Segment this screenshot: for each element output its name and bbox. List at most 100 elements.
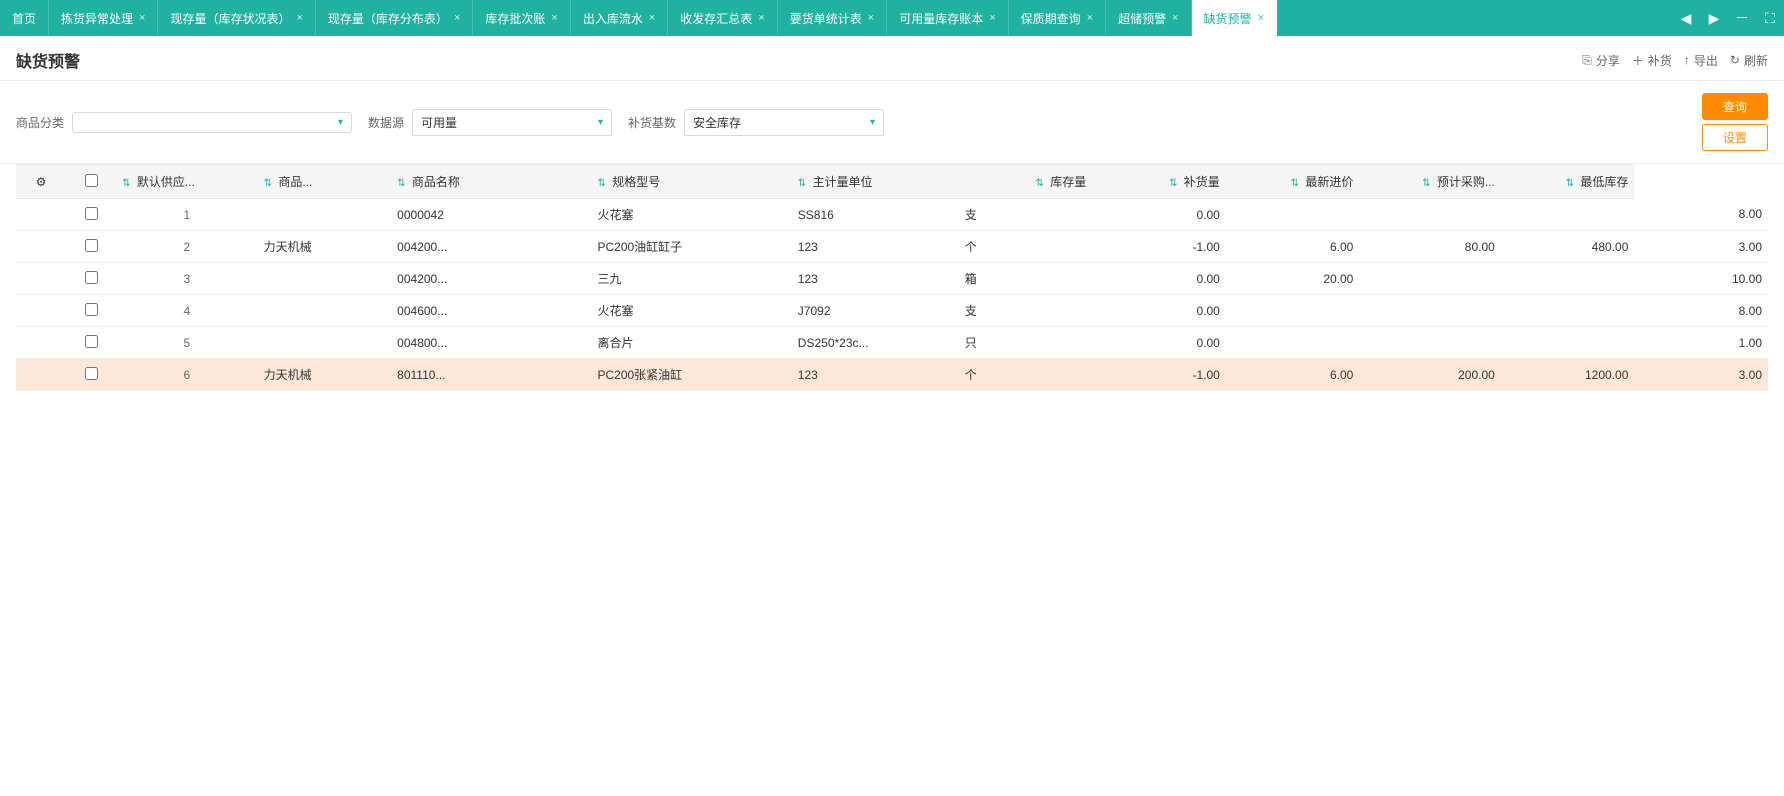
tab-receipt[interactable]: 收发存汇总表× bbox=[668, 0, 777, 36]
tab-order-stat[interactable]: 要货单统计表× bbox=[778, 0, 887, 36]
category-filter-group: 商品分类 ▾ bbox=[16, 112, 352, 133]
row-gear-cell bbox=[16, 263, 66, 295]
row-latest-price bbox=[1359, 327, 1500, 359]
tab-close-stock-status[interactable]: × bbox=[296, 12, 302, 24]
tab-home[interactable]: 首页 bbox=[0, 0, 49, 36]
row-latest-price bbox=[1359, 263, 1500, 295]
row-code: 0000042 bbox=[391, 199, 591, 231]
row-name: PC200油缸缸子 bbox=[591, 231, 791, 263]
row-spec: DS250*23c... bbox=[792, 327, 959, 359]
category-select[interactable]: ▾ bbox=[72, 112, 352, 133]
replenish-button[interactable]: ＋ 补货 bbox=[1632, 52, 1672, 69]
header-unit[interactable]: ⇅ 主计量单位 bbox=[792, 165, 959, 199]
refresh-button[interactable]: ↻ 刷新 bbox=[1730, 52, 1768, 69]
row-replenish: 20.00 bbox=[1226, 263, 1360, 295]
row-replenish bbox=[1226, 327, 1360, 359]
setting-button[interactable]: 设置 bbox=[1702, 124, 1768, 151]
row-checkbox-cell[interactable] bbox=[66, 231, 116, 263]
unit-sort-icon: ⇅ bbox=[798, 178, 806, 189]
header-purchase-label: 预计采购... bbox=[1437, 175, 1495, 189]
row-spec: 123 bbox=[792, 359, 959, 391]
header-supplier[interactable]: ⇅ 默认供应... bbox=[116, 165, 257, 199]
header-name[interactable]: ⇅ 商品名称 bbox=[391, 165, 591, 199]
row-est-purchase bbox=[1501, 263, 1635, 295]
table-row: 6 力天机械 801110... PC200张紧油缸 123 个 -1.00 6… bbox=[16, 359, 1768, 391]
row-checkbox[interactable] bbox=[85, 239, 98, 252]
tab-maximize-button[interactable]: ⛶ bbox=[1756, 0, 1784, 36]
row-gear-cell bbox=[16, 359, 66, 391]
tab-expire[interactable]: 保质期查询× bbox=[1009, 0, 1106, 36]
price-sort-icon: ⇅ bbox=[1291, 178, 1299, 189]
tab-stock-status[interactable]: 现存量（库存状况表）× bbox=[158, 0, 315, 36]
row-name: 火花塞 bbox=[591, 295, 791, 327]
row-est-purchase bbox=[1501, 327, 1635, 359]
row-index: 2 bbox=[116, 231, 257, 263]
tab-close-inout[interactable]: × bbox=[649, 12, 655, 24]
share-button[interactable]: ⎘ 分享 bbox=[1582, 52, 1620, 69]
row-est-purchase bbox=[1501, 199, 1635, 231]
tab-minimize-button[interactable]: － bbox=[1728, 0, 1756, 36]
tab-shortage[interactable]: 缺货预警× bbox=[1192, 0, 1277, 36]
datasource-select[interactable]: 可用量 ▾ bbox=[412, 109, 612, 136]
row-stock: -1.00 bbox=[1092, 359, 1226, 391]
header-code[interactable]: ⇅ 商品... bbox=[258, 165, 392, 199]
tab-avail-ledger[interactable]: 可用量库存账本× bbox=[887, 0, 1008, 36]
name-sort-icon: ⇅ bbox=[397, 178, 405, 189]
tab-close-exception[interactable]: × bbox=[139, 12, 145, 24]
tab-close-stock-dist[interactable]: × bbox=[454, 12, 460, 24]
tab-close-shortage[interactable]: × bbox=[1258, 12, 1264, 24]
row-checkbox[interactable] bbox=[85, 207, 98, 220]
row-unit: 支 bbox=[959, 295, 1093, 327]
row-supplier bbox=[258, 295, 392, 327]
tab-next-button[interactable]: ▶ bbox=[1700, 0, 1728, 36]
row-checkbox[interactable] bbox=[85, 271, 98, 284]
tab-close-expire[interactable]: × bbox=[1087, 12, 1093, 24]
tab-stock-dist[interactable]: 现存量（库存分布表）× bbox=[316, 0, 473, 36]
row-checkbox-cell[interactable] bbox=[66, 359, 116, 391]
export-button[interactable]: ↑ 导出 bbox=[1684, 52, 1718, 69]
header-code-label: 商品... bbox=[278, 175, 312, 189]
tab-close-avail-ledger[interactable]: × bbox=[989, 12, 995, 24]
row-checkbox[interactable] bbox=[85, 303, 98, 316]
row-spec: SS816 bbox=[792, 199, 959, 231]
table-header: ⚙ ⇅ 默认供应... ⇅ 商品... ⇅ 商品名称 bbox=[16, 165, 1768, 199]
row-gear-cell bbox=[16, 327, 66, 359]
tab-close-overstock[interactable]: × bbox=[1172, 12, 1178, 24]
header-gear[interactable]: ⚙ bbox=[16, 165, 66, 199]
tab-exception[interactable]: 拣货异常处理× bbox=[49, 0, 158, 36]
tab-close-order-stat[interactable]: × bbox=[868, 12, 874, 24]
table-row: 3 004200... 三九 123 箱 0.00 20.00 10.00 bbox=[16, 263, 1768, 295]
row-code: 801110... bbox=[391, 359, 591, 391]
tab-close-receipt[interactable]: × bbox=[758, 12, 764, 24]
header-spec[interactable]: ⇅ 规格型号 bbox=[591, 165, 791, 199]
replenish-base-value: 安全库存 bbox=[693, 114, 741, 131]
header-replenish[interactable]: ⇅ 补货量 bbox=[1092, 165, 1226, 199]
header-stock[interactable]: ⇅ 库存量 bbox=[959, 165, 1093, 199]
header-purchase[interactable]: ⇅ 预计采购... bbox=[1359, 165, 1500, 199]
header-checkbox[interactable] bbox=[66, 165, 116, 199]
row-checkbox-cell[interactable] bbox=[66, 295, 116, 327]
tab-prev-button[interactable]: ◀ bbox=[1672, 0, 1700, 36]
row-checkbox-cell[interactable] bbox=[66, 327, 116, 359]
tab-overstock[interactable]: 超储预警× bbox=[1106, 0, 1191, 36]
row-code: 004200... bbox=[391, 263, 591, 295]
replenish-base-select[interactable]: 安全库存 ▾ bbox=[684, 109, 884, 136]
header-price[interactable]: ⇅ 最新进价 bbox=[1226, 165, 1360, 199]
header-minstock[interactable]: ⇅ 最低库存 bbox=[1501, 165, 1635, 199]
row-checkbox-cell[interactable] bbox=[66, 199, 116, 231]
minstock-sort-icon: ⇅ bbox=[1566, 178, 1574, 189]
category-select-arrow: ▾ bbox=[338, 117, 343, 128]
tab-close-batch[interactable]: × bbox=[551, 12, 557, 24]
row-index: 1 bbox=[116, 199, 257, 231]
select-all-checkbox[interactable] bbox=[85, 174, 98, 187]
header-stock-label: 库存量 bbox=[1050, 175, 1086, 189]
query-button[interactable]: 查询 bbox=[1702, 93, 1768, 120]
tab-inout[interactable]: 出入库流水× bbox=[571, 0, 668, 36]
row-checkbox[interactable] bbox=[85, 367, 98, 380]
row-supplier bbox=[258, 199, 392, 231]
tab-batch[interactable]: 库存批次账× bbox=[473, 0, 570, 36]
row-stock: 0.00 bbox=[1092, 263, 1226, 295]
row-spec: 123 bbox=[792, 263, 959, 295]
row-checkbox-cell[interactable] bbox=[66, 263, 116, 295]
row-checkbox[interactable] bbox=[85, 335, 98, 348]
